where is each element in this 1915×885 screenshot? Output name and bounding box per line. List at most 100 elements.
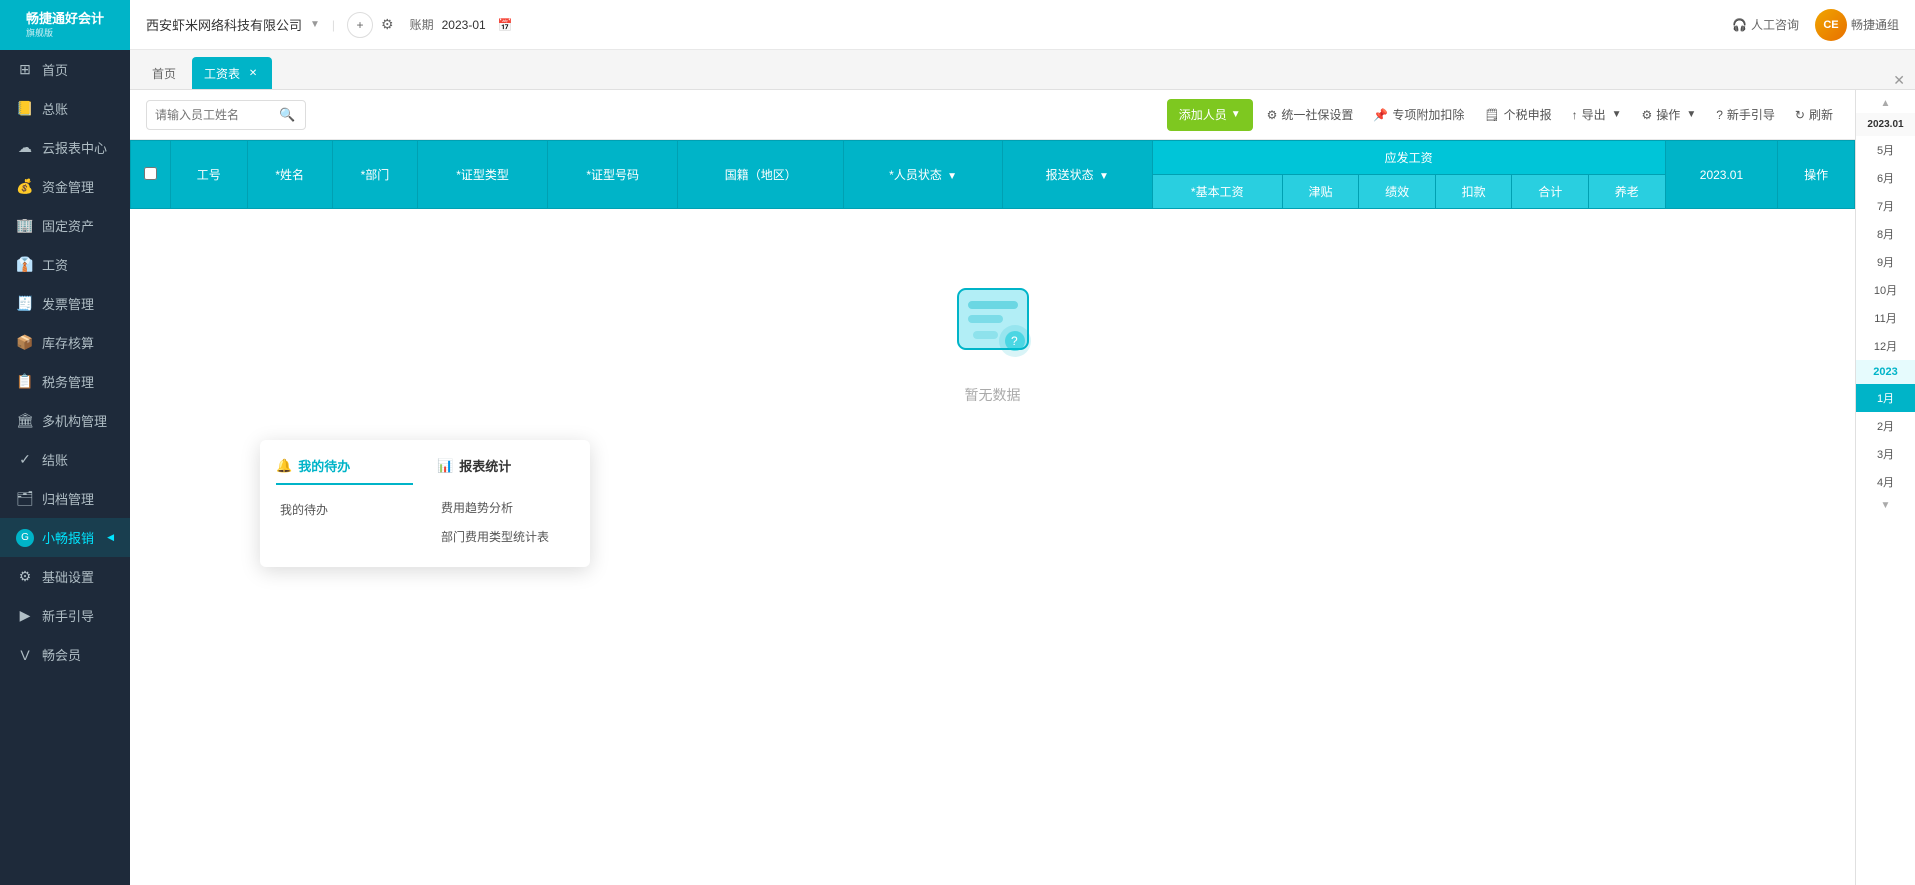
sidebar-item-multi-org[interactable]: 🏛 多机构管理 [0,401,130,440]
add-company-button[interactable]: + [347,12,373,38]
table-header-row1: 工号 *姓名 *部门 *证型类型 *证型号码 国籍（地区） *人员状态 ▼ [131,141,1855,175]
month-item-1[interactable]: 1月 [1856,384,1915,412]
th-salary-group: 应发工资 [1152,141,1665,175]
month-item-8[interactable]: 8月 [1856,220,1915,248]
popup-menu: 🔔 我的待办 我的待办 📊 报表统计 费用趋势分析 部门费用类型统计表 [260,440,590,567]
popup-col1-icon: 🔔 [276,458,292,474]
personal-tax-btn[interactable]: 🗒 个税申报 [1478,106,1557,123]
settings-icon[interactable]: ⚙ [381,16,394,33]
export-btn[interactable]: ↑ 导出 ▼ [1566,106,1628,123]
content-area: 🔍 添加人员 ▼ ⚙ 统一社保设置 📌 专项附加扣除 [130,90,1915,885]
month-item-12[interactable]: 12月 [1856,332,1915,360]
sidebar-item-fixed-assets[interactable]: 🏢 固定资产 [0,206,130,245]
company-name[interactable]: 西安虾米网络科技有限公司 [146,15,302,34]
tabs-bar: 首页 工资表 ✕ ✕ [130,50,1915,90]
th-checkbox[interactable] [131,141,171,209]
select-all-checkbox[interactable] [144,167,157,180]
tab-home-label: 首页 [152,65,176,82]
month-item-6[interactable]: 6月 [1856,164,1915,192]
sidebar-item-tax[interactable]: 📋 税务管理 [0,362,130,401]
popup-item-dept-expense[interactable]: 部门费用类型统计表 [437,522,574,551]
search-icon[interactable]: 🔍 [279,107,295,123]
social-insurance-btn[interactable]: ⚙ 统一社保设置 [1261,106,1360,123]
sidebar-item-new-guide[interactable]: ▶ 新手引导 [0,596,130,635]
tab-home[interactable]: 首页 [140,57,188,89]
company-dropdown-icon[interactable]: ▼ [310,19,320,30]
sidebar-expand-icon: ◀ [107,532,114,543]
status-filter-icon[interactable]: ▼ [947,171,957,182]
sidebar-item-payroll[interactable]: 👔 工资 [0,245,130,284]
xiao-chang-icon: G [16,529,34,547]
th-report-status: 报送状态 ▼ [1002,141,1152,209]
month-nav-up[interactable]: ▲ [1856,94,1915,113]
month-item-4[interactable]: 4月 [1856,468,1915,496]
tab-payroll[interactable]: 工资表 ✕ [192,57,272,89]
tab-payroll-close-icon[interactable]: ✕ [246,66,260,80]
invoice-icon: 🧾 [16,295,34,312]
operations-btn[interactable]: ⚙ 操作 ▼ [1636,106,1703,123]
sidebar-item-cloud-report[interactable]: ☁ 云报表中心 [0,128,130,167]
th-base-salary: *基本工资 [1152,175,1282,209]
membership-icon: V [16,647,34,663]
month-item-11[interactable]: 11月 [1856,304,1915,332]
popup-item-expense-trend[interactable]: 费用趋势分析 [437,493,574,522]
topbar-right: 🎧 人工咨询 CE 畅捷通组 [1732,9,1899,41]
calendar-icon[interactable]: 📅 [498,18,513,32]
popup-item-my-todo[interactable]: 我的待办 [276,495,413,524]
social-insurance-icon: ⚙ [1267,108,1278,122]
special-deduct-btn[interactable]: 📌 专项附加扣除 [1367,106,1470,123]
payroll-toolbar: 🔍 添加人员 ▼ ⚙ 统一社保设置 📌 专项附加扣除 [130,90,1855,140]
sidebar-item-home[interactable]: ⊞ 首页 [0,50,130,89]
home-icon: ⊞ [16,61,34,78]
th-pension: 养老 [1589,175,1666,209]
sidebar-item-fund-mgmt[interactable]: 💰 资金管理 [0,167,130,206]
main-area: 西安虾米网络科技有限公司 ▼ | + ⚙ 账期 2023-01 📅 🎧 人工咨询… [130,0,1915,885]
sidebar-item-label: 归档管理 [42,489,94,508]
avatar: CE [1815,9,1847,41]
special-deduct-icon: 📌 [1373,108,1388,122]
sidebar-item-inventory[interactable]: 📦 库存核算 [0,323,130,362]
refresh-icon: ↻ [1795,108,1805,122]
add-person-button[interactable]: 添加人员 ▼ [1167,99,1253,131]
operations-dropdown-icon: ▼ [1686,109,1696,120]
sidebar-item-archive[interactable]: 🗂 归档管理 [0,479,130,518]
month-item-9[interactable]: 9月 [1856,248,1915,276]
report-filter-icon[interactable]: ▼ [1099,171,1109,182]
sidebar-item-label: 云报表中心 [42,138,107,157]
month-item-2[interactable]: 2月 [1856,412,1915,440]
th-nationality: 国籍（地区） [678,141,844,209]
export-icon: ↑ [1572,108,1578,122]
popup-col1-title-text: 我的待办 [298,456,350,475]
customer-service-btn[interactable]: 🎧 人工咨询 [1732,16,1799,33]
sidebar-item-basic-settings[interactable]: ⚙ 基础设置 [0,557,130,596]
month-item-7[interactable]: 7月 [1856,192,1915,220]
refresh-btn[interactable]: ↻ 刷新 [1789,106,1839,123]
sidebar-item-label: 基础设置 [42,567,94,586]
sidebar-item-label: 税务管理 [42,372,94,391]
sidebar-item-membership[interactable]: V 畅会员 [0,635,130,674]
app-logo-sub: 旗舰版 [26,26,104,39]
month-nav-down[interactable]: ▼ [1856,496,1915,515]
window-close-icon[interactable]: ✕ [1893,72,1905,88]
close-btn-right[interactable]: ✕ [1893,72,1905,89]
sidebar-item-invoice[interactable]: 🧾 发票管理 [0,284,130,323]
export-dropdown-icon: ▼ [1612,109,1622,120]
sidebar-item-xiao-chang[interactable]: G 小畅报销 ◀ [0,518,130,557]
search-input[interactable] [155,108,275,122]
special-deduct-label: 专项附加扣除 [1392,106,1464,123]
payroll-data-table: 工号 *姓名 *部门 *证型类型 *证型号码 国籍（地区） *人员状态 ▼ [130,140,1855,209]
month-item-5[interactable]: 5月 [1856,136,1915,164]
sidebar-item-closing[interactable]: ✓ 结账 [0,440,130,479]
month-item-3[interactable]: 3月 [1856,440,1915,468]
fund-icon: 💰 [16,178,34,195]
sidebar-item-label: 固定资产 [42,216,94,235]
user-info[interactable]: CE 畅捷通组 [1815,9,1899,41]
popup-col-1: 🔔 我的待办 我的待办 [276,456,413,551]
th-dept: *部门 [332,141,417,209]
popup-col2-icon: 📊 [437,458,453,474]
no-data-icon: ? [943,269,1043,369]
month-item-10[interactable]: 10月 [1856,276,1915,304]
sidebar-item-label: 多机构管理 [42,411,107,430]
sidebar-item-general-ledger[interactable]: 📒 总账 [0,89,130,128]
new-guide-btn[interactable]: ? 新手引导 [1710,106,1781,123]
